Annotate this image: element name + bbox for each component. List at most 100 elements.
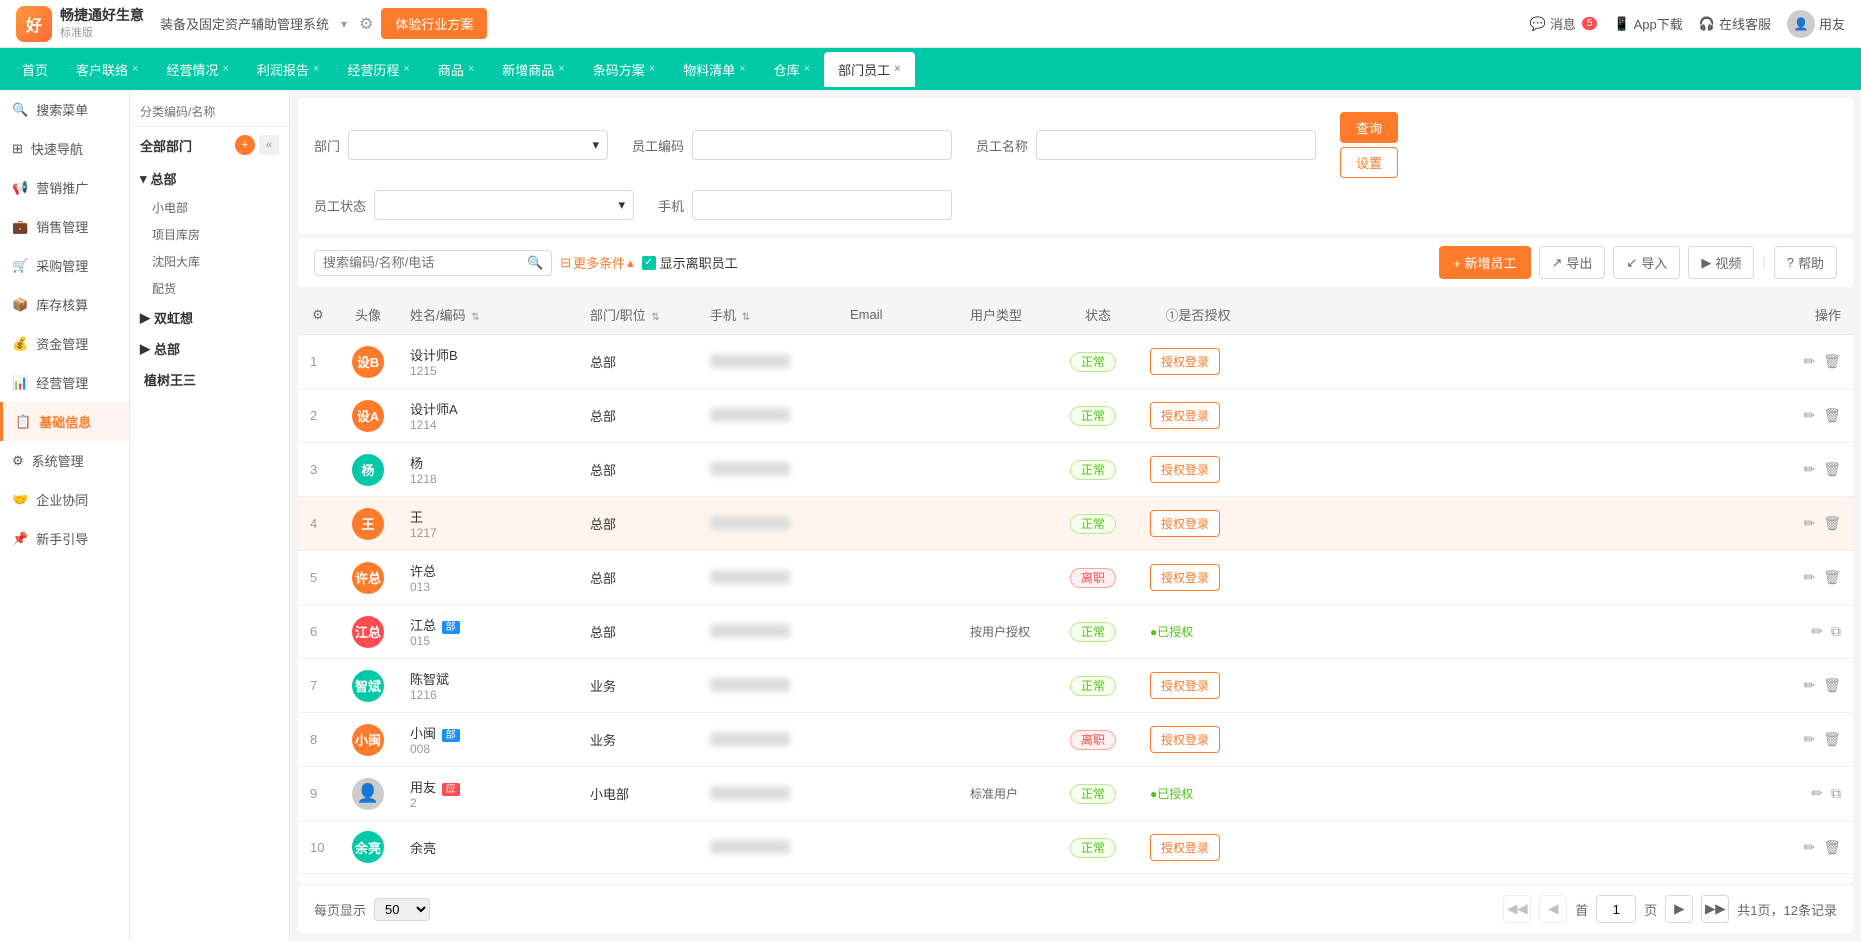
authorize-button[interactable]: 授权登录	[1150, 726, 1220, 753]
edit-icon[interactable]: ✏	[1803, 731, 1815, 748]
tree-add-button[interactable]: +	[235, 135, 255, 155]
page-input[interactable]	[1596, 895, 1636, 923]
nav-tab-customer[interactable]: 客户联络 ×	[62, 52, 152, 87]
user-action[interactable]: 👤 用友	[1787, 10, 1845, 38]
delete-icon[interactable]: 🗑	[1823, 461, 1841, 478]
col-dept-header[interactable]: 部门/职位 ⇅	[578, 295, 698, 335]
copy-icon[interactable]: ⧉	[1831, 785, 1841, 802]
close-icon[interactable]: ×	[649, 63, 655, 75]
close-icon[interactable]: ×	[894, 63, 900, 75]
nav-tab-add-goods[interactable]: 新增商品 ×	[488, 52, 578, 87]
sidebar-item-nav[interactable]: ⊞ 快速导航	[0, 129, 129, 168]
sidebar-item-search[interactable]: 🔍 搜索菜单	[0, 90, 129, 129]
sidebar-item-sales[interactable]: 💼 销售管理	[0, 207, 129, 246]
authorize-button[interactable]: 授权登录	[1150, 348, 1220, 375]
tree-child-xiaodian[interactable]: 小电部	[130, 194, 289, 221]
emp-name-input[interactable]	[1036, 130, 1316, 160]
sort-icon-name[interactable]: ⇅	[471, 312, 479, 323]
edit-icon[interactable]: ✏	[1803, 461, 1815, 478]
nav-tab-home[interactable]: 首页	[8, 52, 62, 87]
online-service-action[interactable]: 🎧 在线客服	[1699, 14, 1771, 33]
edit-icon[interactable]: ✏	[1803, 839, 1815, 856]
close-icon[interactable]: ×	[222, 63, 228, 75]
tree-collapse-button[interactable]: «	[259, 135, 279, 155]
nav-tab-warehouse[interactable]: 仓库 ×	[760, 52, 824, 87]
emp-status-select[interactable]	[374, 190, 634, 220]
sidebar-item-basic[interactable]: 📋 基础信息	[0, 402, 129, 441]
nav-tab-bom[interactable]: 物料清单 ×	[669, 52, 759, 87]
delete-icon[interactable]: 🗑	[1823, 839, 1841, 856]
search-icon[interactable]: 🔍	[527, 255, 543, 271]
authorize-button[interactable]: 授权登录	[1150, 564, 1220, 591]
close-icon[interactable]: ×	[132, 63, 138, 75]
add-employee-button[interactable]: + 新增员工	[1439, 246, 1530, 279]
nav-tab-operation[interactable]: 经营情况 ×	[152, 52, 242, 87]
sidebar-item-business[interactable]: 📊 经营管理	[0, 363, 129, 402]
sidebar-item-purchase[interactable]: 🛒 采购管理	[0, 246, 129, 285]
sidebar-item-guide[interactable]: 📌 新手引导	[0, 519, 129, 558]
edit-icon[interactable]: ✏	[1803, 353, 1815, 370]
delete-icon[interactable]: 🗑	[1823, 677, 1841, 694]
edit-icon[interactable]: ✏	[1803, 515, 1815, 532]
more-filter-button[interactable]: ⊟ 更多条件 ▴	[560, 253, 633, 272]
edit-icon[interactable]: ✏	[1811, 623, 1823, 640]
trial-button[interactable]: 体验行业方案	[381, 8, 487, 39]
copy-icon[interactable]: ⧉	[1831, 623, 1841, 640]
edit-icon[interactable]: ✏	[1803, 407, 1815, 424]
nav-tab-profit[interactable]: 利润报告 ×	[243, 52, 333, 87]
sidebar-item-system[interactable]: ⚙ 系统管理	[0, 441, 129, 480]
nav-tab-barcode[interactable]: 条码方案 ×	[579, 52, 669, 87]
gear-setting-icon[interactable]: ⚙	[359, 14, 373, 34]
close-icon[interactable]: ×	[313, 63, 319, 75]
next-page-button[interactable]: ▶	[1665, 895, 1693, 923]
authorize-button[interactable]: 授权登录	[1150, 672, 1220, 699]
tree-group-headquarter2[interactable]: ▶ 总部	[130, 333, 289, 364]
dept-select[interactable]	[348, 130, 608, 160]
edit-icon[interactable]: ✏	[1811, 785, 1823, 802]
delete-icon[interactable]: 🗑	[1823, 353, 1841, 370]
authorize-button[interactable]: 授权登录	[1150, 834, 1220, 861]
tree-group-shuanghong[interactable]: ▶ 双虹想	[130, 302, 289, 333]
last-page-button[interactable]: ▶▶	[1701, 895, 1729, 923]
close-icon[interactable]: ×	[403, 63, 409, 75]
video-button[interactable]: ▶ 视频	[1688, 246, 1754, 279]
authorize-button[interactable]: 授权登录	[1150, 402, 1220, 429]
delete-icon[interactable]: 🗑	[1823, 731, 1841, 748]
set-button[interactable]: 设置	[1340, 147, 1398, 178]
tree-group-headquarter[interactable]: ▾ 总部	[130, 163, 289, 194]
message-action[interactable]: 💬 消息 5	[1530, 14, 1598, 33]
nav-tab-goods[interactable]: 商品 ×	[424, 52, 488, 87]
authorize-button[interactable]: 授权登录	[1150, 456, 1220, 483]
sidebar-item-marketing[interactable]: 📢 营销推广	[0, 168, 129, 207]
first-page-button[interactable]: ◀◀	[1503, 895, 1531, 923]
search-input[interactable]	[323, 255, 523, 270]
tree-search-input[interactable]	[140, 105, 290, 119]
app-download-action[interactable]: 📱 App下载	[1613, 14, 1682, 33]
sidebar-item-finance[interactable]: 💰 资金管理	[0, 324, 129, 363]
sidebar-item-inventory[interactable]: 📦 库存核算	[0, 285, 129, 324]
per-page-select[interactable]: 50 100 200	[374, 898, 430, 921]
nav-tab-employee[interactable]: 部门员工 ×	[824, 52, 914, 87]
edit-icon[interactable]: ✏	[1803, 569, 1815, 586]
col-name-header[interactable]: 姓名/编码 ⇅	[398, 295, 578, 335]
authorize-button[interactable]: 授权登录	[1150, 510, 1220, 537]
col-settings[interactable]: ⚙	[298, 295, 338, 335]
close-icon[interactable]: ×	[468, 63, 474, 75]
prev-page-button[interactable]: ◀	[1539, 895, 1567, 923]
sort-icon-phone[interactable]: ⇅	[742, 312, 750, 323]
tree-child-project[interactable]: 项目库房	[130, 221, 289, 248]
search-button[interactable]: 查询	[1340, 112, 1398, 143]
show-inactive-toggle[interactable]: ✓ 显示离职员工	[642, 253, 738, 272]
delete-icon[interactable]: 🗑	[1823, 407, 1841, 424]
delete-icon[interactable]: 🗑	[1823, 569, 1841, 586]
import-button[interactable]: ↙ 导入	[1613, 246, 1680, 279]
nav-tab-history[interactable]: 经营历程 ×	[333, 52, 423, 87]
tree-child-peihua[interactable]: 配货	[130, 275, 289, 302]
tree-child-shenyang[interactable]: 沈阳大库	[130, 248, 289, 275]
export-button[interactable]: ↗ 导出	[1539, 246, 1606, 279]
close-icon[interactable]: ×	[739, 63, 745, 75]
edit-icon[interactable]: ✏	[1803, 677, 1815, 694]
help-button[interactable]: ? 帮助	[1774, 246, 1837, 279]
sort-icon-dept[interactable]: ⇅	[651, 312, 659, 323]
delete-icon[interactable]: 🗑	[1823, 515, 1841, 532]
